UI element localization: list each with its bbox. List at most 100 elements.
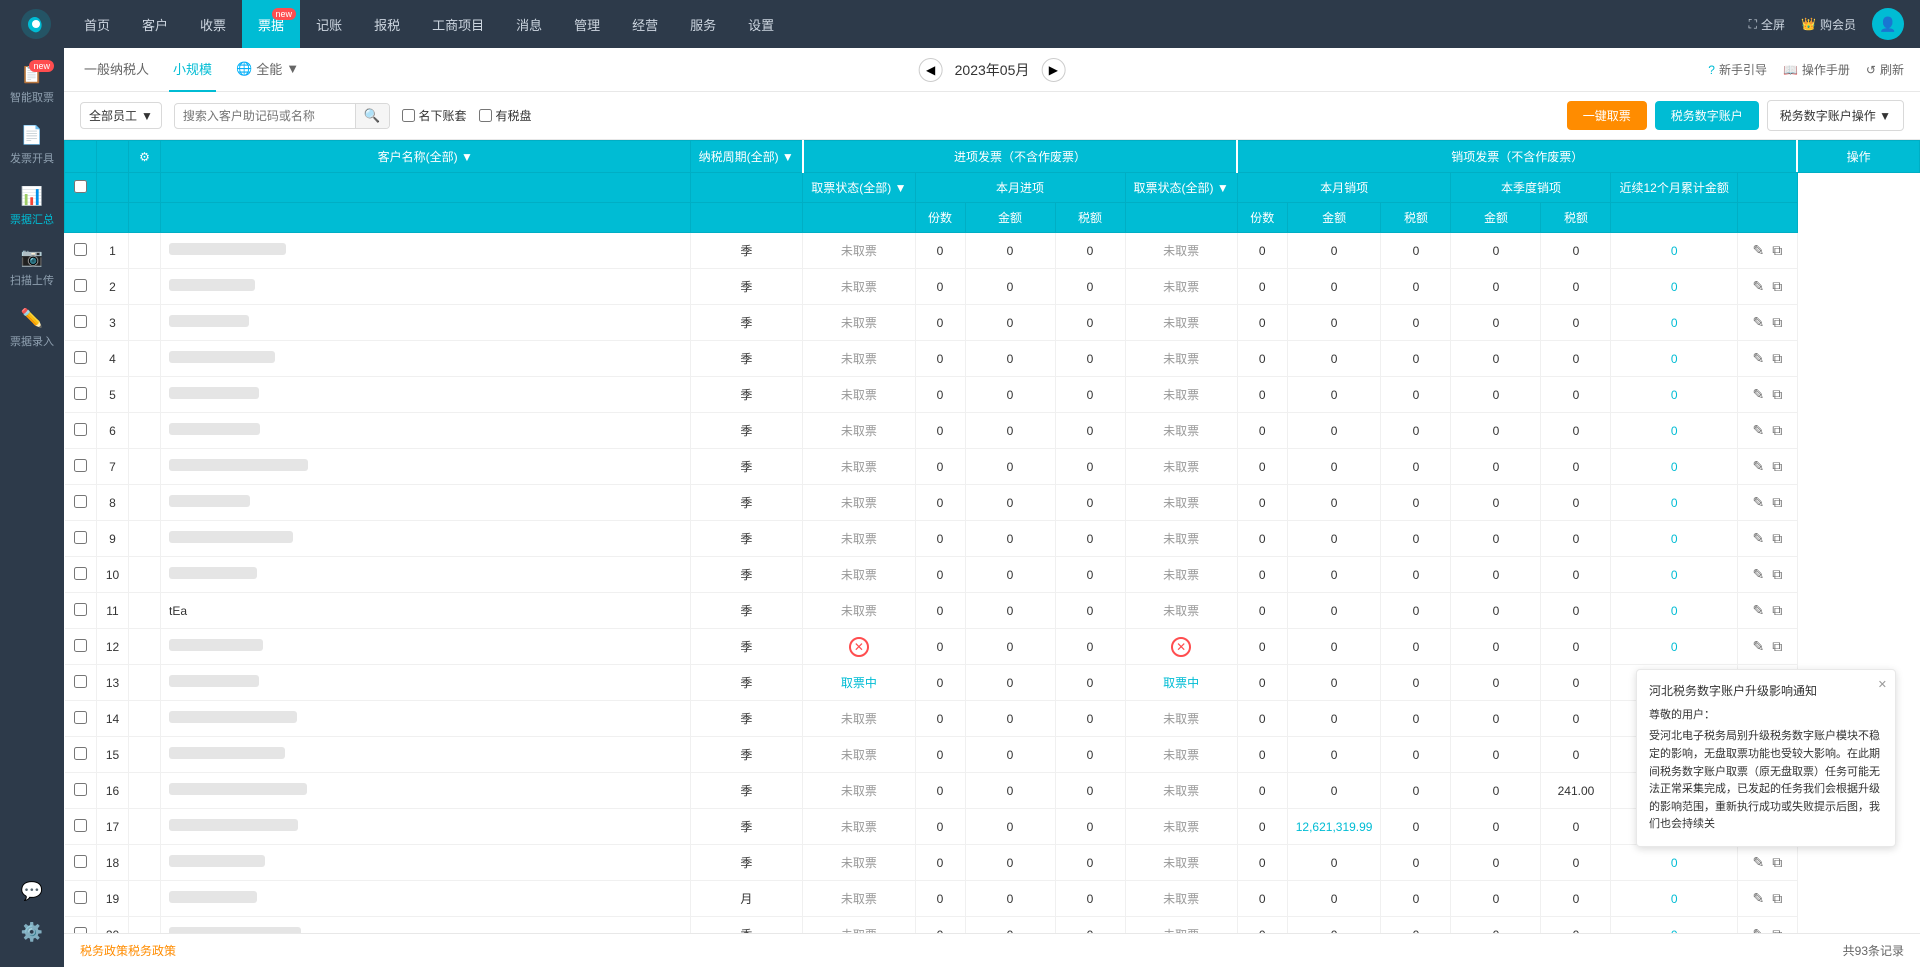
row-checkbox[interactable]	[74, 819, 87, 832]
edit-icon[interactable]: ✎	[1752, 242, 1764, 259]
sidebar-item-messages[interactable]: 💬	[4, 873, 60, 910]
my-accounts-checkbox[interactable]: 名下账套	[402, 107, 467, 124]
cum-zero[interactable]: 0	[1671, 856, 1678, 870]
notification-close-button[interactable]: ✕	[1878, 678, 1887, 691]
cum-zero[interactable]: 0	[1671, 496, 1678, 510]
copy-icon[interactable]: ⧉	[1772, 242, 1782, 259]
copy-icon[interactable]: ⧉	[1772, 854, 1782, 871]
sidebar-item-invoice-summary[interactable]: 📊 票据汇总	[4, 178, 60, 235]
row-checkbox[interactable]	[74, 639, 87, 652]
nav-item-service[interactable]: 服务	[674, 0, 732, 48]
row-checkbox[interactable]	[74, 531, 87, 544]
edit-icon[interactable]: ✎	[1752, 314, 1764, 331]
copy-icon[interactable]: ⧉	[1772, 422, 1782, 439]
cum-zero[interactable]: 0	[1671, 388, 1678, 402]
sidebar-item-smart-fetch[interactable]: 📋 智能取票 new	[4, 56, 60, 113]
edit-icon[interactable]: ✎	[1752, 854, 1764, 871]
row-checkbox[interactable]	[74, 423, 87, 436]
copy-icon[interactable]: ⧉	[1772, 602, 1782, 619]
edit-icon[interactable]: ✎	[1752, 458, 1764, 475]
edit-icon[interactable]: ✎	[1752, 926, 1764, 933]
cum-zero[interactable]: 0	[1671, 352, 1678, 366]
nav-item-invoice[interactable]: 票据 new	[242, 0, 300, 48]
row-checkbox[interactable]	[74, 675, 87, 688]
row-checkbox[interactable]	[74, 351, 87, 364]
row-checkbox[interactable]	[74, 747, 87, 760]
row-checkbox[interactable]	[74, 855, 87, 868]
row-checkbox[interactable]	[74, 711, 87, 724]
copy-icon[interactable]: ⧉	[1772, 350, 1782, 367]
cum-zero[interactable]: 0	[1671, 892, 1678, 906]
tab-small-scale[interactable]: 小规模	[169, 48, 216, 92]
copy-icon[interactable]: ⧉	[1772, 926, 1782, 933]
row-checkbox[interactable]	[74, 891, 87, 904]
row-checkbox[interactable]	[74, 783, 87, 796]
one-click-fetch-button[interactable]: 一键取票	[1567, 101, 1647, 130]
nav-item-settings[interactable]: 设置	[732, 0, 790, 48]
copy-icon[interactable]: ⧉	[1772, 494, 1782, 511]
edit-icon[interactable]: ✎	[1752, 566, 1764, 583]
search-input[interactable]	[175, 105, 355, 127]
prev-month-button[interactable]: ◀	[919, 58, 943, 82]
nav-item-accounting[interactable]: 记账	[300, 0, 358, 48]
cum-zero[interactable]: 0	[1671, 316, 1678, 330]
copy-icon[interactable]: ⧉	[1772, 314, 1782, 331]
sidebar-item-config[interactable]: ⚙️	[4, 914, 60, 951]
tax-policy-text[interactable]: 税务政策	[128, 942, 176, 959]
edit-icon[interactable]: ✎	[1752, 890, 1764, 907]
edit-icon[interactable]: ✎	[1752, 386, 1764, 403]
row-checkbox[interactable]	[74, 315, 87, 328]
row-checkbox[interactable]	[74, 567, 87, 580]
search-button[interactable]: 🔍	[355, 104, 389, 128]
cum-zero[interactable]: 0	[1671, 568, 1678, 582]
cum-zero[interactable]: 0	[1671, 604, 1678, 618]
cum-zero[interactable]: 0	[1671, 460, 1678, 474]
user-avatar[interactable]: 👤	[1872, 8, 1904, 40]
nav-item-home[interactable]: 首页	[68, 0, 126, 48]
row-checkbox[interactable]	[74, 495, 87, 508]
employee-select[interactable]: 全部员工 ▼	[80, 102, 162, 129]
th-in-status[interactable]: 取票状态(全部) ▼	[803, 173, 915, 203]
th-out-status[interactable]: 取票状态(全部) ▼	[1125, 173, 1237, 203]
row-checkbox[interactable]	[74, 603, 87, 616]
cum-zero[interactable]: 0	[1671, 424, 1678, 438]
tab-all-capable[interactable]: 🌐 全能 ▼	[232, 48, 303, 92]
copy-icon[interactable]: ⧉	[1772, 638, 1782, 655]
nav-item-receive[interactable]: 收票	[184, 0, 242, 48]
sidebar-item-invoice-open[interactable]: 📄 发票开具	[4, 117, 60, 174]
fullscreen-button[interactable]: ⛶ 全屏	[1749, 16, 1785, 33]
copy-icon[interactable]: ⧉	[1772, 386, 1782, 403]
copy-icon[interactable]: ⧉	[1772, 890, 1782, 907]
nav-item-business[interactable]: 工商项目	[416, 0, 500, 48]
has-tax-disk-checkbox[interactable]: 有税盘	[479, 107, 532, 124]
copy-icon[interactable]: ⧉	[1772, 458, 1782, 475]
row-checkbox[interactable]	[74, 459, 87, 472]
copy-icon[interactable]: ⧉	[1772, 566, 1782, 583]
edit-icon[interactable]: ✎	[1752, 278, 1764, 295]
refresh-button[interactable]: ↺ 刷新	[1866, 61, 1904, 78]
edit-icon[interactable]: ✎	[1752, 638, 1764, 655]
edit-icon[interactable]: ✎	[1752, 530, 1764, 547]
vip-button[interactable]: 👑 购会员	[1801, 16, 1856, 33]
select-all-checkbox[interactable]	[74, 180, 87, 193]
edit-icon[interactable]: ✎	[1752, 350, 1764, 367]
nav-item-message[interactable]: 消息	[500, 0, 558, 48]
next-month-button[interactable]: ▶	[1041, 58, 1065, 82]
copy-icon[interactable]: ⧉	[1772, 530, 1782, 547]
tax-policy-link[interactable]: 税务政策	[80, 942, 128, 959]
row-checkbox[interactable]	[74, 279, 87, 292]
digital-tax-account-button[interactable]: 税务数字账户	[1655, 101, 1759, 130]
nav-item-operation[interactable]: 经营	[616, 0, 674, 48]
manual-button[interactable]: 📖 操作手册	[1783, 61, 1850, 78]
cum-zero[interactable]: 0	[1671, 280, 1678, 294]
cum-zero[interactable]: 0	[1671, 532, 1678, 546]
nav-item-customer[interactable]: 客户	[126, 0, 184, 48]
row-checkbox[interactable]	[74, 243, 87, 256]
cum-zero[interactable]: 0	[1671, 640, 1678, 654]
nav-item-tax[interactable]: 报税	[358, 0, 416, 48]
edit-icon[interactable]: ✎	[1752, 494, 1764, 511]
copy-icon[interactable]: ⧉	[1772, 278, 1782, 295]
row-checkbox[interactable]	[74, 387, 87, 400]
nav-item-admin[interactable]: 管理	[558, 0, 616, 48]
sidebar-item-scan-upload[interactable]: 📷 扫描上传	[4, 239, 60, 296]
